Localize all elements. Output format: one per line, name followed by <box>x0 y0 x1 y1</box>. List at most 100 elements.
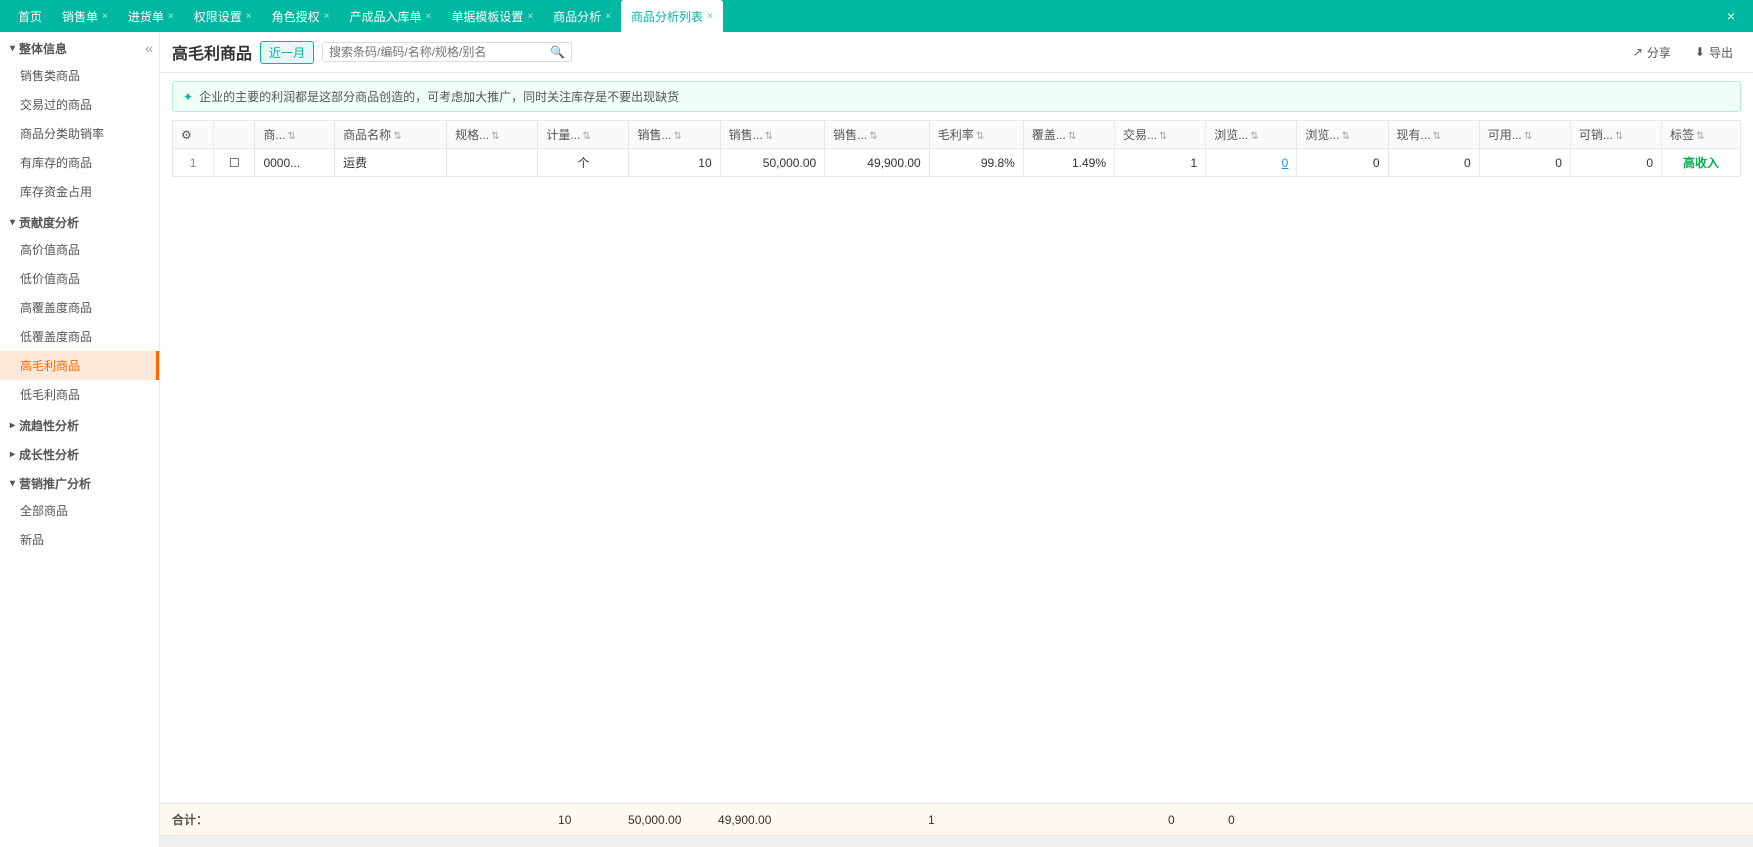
sidebar-item-1-1[interactable]: 低价值商品 <box>0 264 159 293</box>
cell-check[interactable]: ☐ <box>214 149 255 177</box>
cell-saleAmt: 50,000.00 <box>720 149 825 177</box>
nav-tab-7[interactable]: 商品分析× <box>543 0 621 32</box>
nav-tab-5[interactable]: 产成品入库单 × <box>339 0 441 32</box>
sidebar-item-4-0[interactable]: 全部商品 <box>0 496 159 525</box>
footer-label: 合计： <box>172 811 220 828</box>
sidebar-item-1-4[interactable]: 高毛利商品 <box>0 351 159 380</box>
sort-icon: ⇅ <box>1615 131 1623 142</box>
col-header-saleable[interactable]: 可销...⇅ <box>1570 121 1661 149</box>
cell-name: 运费 <box>335 149 447 177</box>
col-header-saleQty[interactable]: 销售...⇅ <box>629 121 720 149</box>
data-table: ⚙商...⇅商品名称⇅规格...⇅计量...⇅销售...⇅销售...⇅销售...… <box>172 120 1741 177</box>
nav-tab-close[interactable]: × <box>246 11 252 22</box>
nav-tab-2[interactable]: 进货单× <box>118 0 184 32</box>
footer-cell-1 <box>260 811 280 829</box>
nav-tab-8[interactable]: 商品分析列表 × <box>621 0 723 32</box>
col-label: 销售... <box>729 128 763 142</box>
nav-tab-label: 产成品入库单 <box>349 8 421 25</box>
sidebar-item-0-1[interactable]: 交易过的商品 <box>0 90 159 119</box>
col-header-view1[interactable]: 浏览...⇅ <box>1206 121 1297 149</box>
col-label: 毛利率 <box>938 128 974 142</box>
col-label: 浏览... <box>1214 128 1248 142</box>
sidebar-item-0-3[interactable]: 有库存的商品 <box>0 148 159 177</box>
col-header-unit[interactable]: 计量...⇅ <box>538 121 629 149</box>
col-header-check <box>214 121 255 149</box>
cell-view2: 0 <box>1297 149 1388 177</box>
sidebar-item-1-2[interactable]: 高覆盖度商品 <box>0 293 159 322</box>
nav-tab-close[interactable]: × <box>527 11 533 22</box>
col-header-available[interactable]: 可用...⇅ <box>1479 121 1570 149</box>
sidebar-group-label: 贡献度分析 <box>19 214 79 231</box>
sort-icon: ⇅ <box>287 131 295 142</box>
sidebar-group-2[interactable]: ▸流趋性分析 <box>0 409 159 438</box>
sidebar-item-0-4[interactable]: 库存资金占用 <box>0 177 159 206</box>
nav-tab-close[interactable]: × <box>102 11 108 22</box>
col-header-trade[interactable]: 交易...⇅ <box>1115 121 1206 149</box>
search-icon[interactable]: 🔍 <box>550 45 565 59</box>
nav-tab-close[interactable]: × <box>168 11 174 22</box>
nav-tab-close[interactable]: × <box>707 11 713 22</box>
nav-tab-label: 单据模板设置 <box>451 8 523 25</box>
nav-tab-1[interactable]: 销售单 × <box>52 0 118 32</box>
cell-trade: 1 <box>1115 149 1206 177</box>
nav-tab-4[interactable]: 角色授权× <box>262 0 340 32</box>
col-header-current[interactable]: 现有...⇅ <box>1388 121 1479 149</box>
cell-saleQty: 10 <box>629 149 720 177</box>
nav-tab-3[interactable]: 权限设置× <box>184 0 262 32</box>
col-header-spec[interactable]: 规格...⇅ <box>447 121 538 149</box>
sort-icon: ⇅ <box>393 131 401 142</box>
sidebar-collapse-button[interactable]: « <box>145 40 153 56</box>
nav-tab-label: 商品分析列表 <box>631 8 703 25</box>
footer-cell-14 <box>1100 811 1160 829</box>
nav-tab-label: 首页 <box>18 8 42 25</box>
footer-bar: 合计： 1050,000.0049,900.00100 <box>160 803 1753 835</box>
col-header-coverage[interactable]: 覆盖...⇅ <box>1023 121 1114 149</box>
col-label: 计量... <box>546 128 580 142</box>
cell-view1[interactable]: 0 <box>1206 149 1297 177</box>
sidebar-group-arrow: ▸ <box>10 449 15 460</box>
export-button[interactable]: ⬇ 导出 <box>1687 41 1741 64</box>
nav-tab-6[interactable]: 单据模板设置 × <box>441 0 543 32</box>
col-label: 商品名称 <box>343 128 391 142</box>
nav-tab-label: 销售单 <box>62 8 98 25</box>
sidebar-item-0-0[interactable]: 销售类商品 <box>0 61 159 90</box>
col-header-name[interactable]: 商品名称⇅ <box>335 121 447 149</box>
nav-tab-close[interactable]: × <box>324 11 330 22</box>
filter-period-button[interactable]: 近一月 <box>260 41 314 64</box>
info-banner: ✦ 企业的主要的利润都是这部分商品创造的，可考虑加大推广，同时关注库存是不要出现… <box>172 81 1741 112</box>
col-header-tag[interactable]: 标签⇅ <box>1662 121 1741 149</box>
top-nav: 首页销售单×进货单×权限设置×角色授权×产成品入库单×单据模板设置×商品分析×商… <box>0 0 1753 32</box>
sidebar-item-0-2[interactable]: 商品分类助销率 <box>0 119 159 148</box>
sidebar-item-1-3[interactable]: 低覆盖度商品 <box>0 322 159 351</box>
col-label: 现有... <box>1397 128 1431 142</box>
nav-tab-close[interactable]: × <box>605 11 611 22</box>
footer-cell-17 <box>1280 811 1340 829</box>
sidebar-item-1-0[interactable]: 高价值商品 <box>0 235 159 264</box>
sidebar-item-1-5[interactable]: 低毛利商品 <box>0 380 159 409</box>
col-header-grossRate[interactable]: 毛利率⇅ <box>929 121 1023 149</box>
col-label: 标签 <box>1670 128 1694 142</box>
cell-available: 0 <box>1479 149 1570 177</box>
nav-tab-close[interactable]: × <box>425 11 431 22</box>
search-input[interactable] <box>329 45 550 59</box>
cell-coverage: 1.49% <box>1023 149 1114 177</box>
sidebar-item-4-1[interactable]: 新品 <box>0 525 159 554</box>
sort-icon: ⇅ <box>582 131 590 142</box>
sidebar-group-1[interactable]: ▾贡献度分析 <box>0 206 159 235</box>
col-header-saleNet[interactable]: 销售...⇅ <box>825 121 930 149</box>
bottom-scrollbar[interactable] <box>160 835 1753 847</box>
share-button[interactable]: ↗ 分享 <box>1625 41 1679 64</box>
footer-cell-16: 0 <box>1220 811 1280 829</box>
col-header-view2[interactable]: 浏览...⇅ <box>1297 121 1388 149</box>
sidebar-group-0[interactable]: ▾整体信息 <box>0 32 159 61</box>
window-close-button[interactable]: × <box>1717 8 1745 24</box>
col-header-code[interactable]: 商...⇅ <box>255 121 335 149</box>
col-header-saleAmt[interactable]: 销售...⇅ <box>720 121 825 149</box>
cell-saleNet: 49,900.00 <box>825 149 930 177</box>
footer-cell-7: 50,000.00 <box>620 811 710 829</box>
content-header: 高毛利商品 近一月 🔍 ↗ 分享 ⬇ 导出 <box>160 32 1753 73</box>
nav-tab-0[interactable]: 首页 <box>8 0 52 32</box>
sidebar-group-3[interactable]: ▸成长性分析 <box>0 438 159 467</box>
sidebar-group-4[interactable]: ▾营销推广分析 <box>0 467 159 496</box>
footer-cell-3 <box>340 811 440 829</box>
